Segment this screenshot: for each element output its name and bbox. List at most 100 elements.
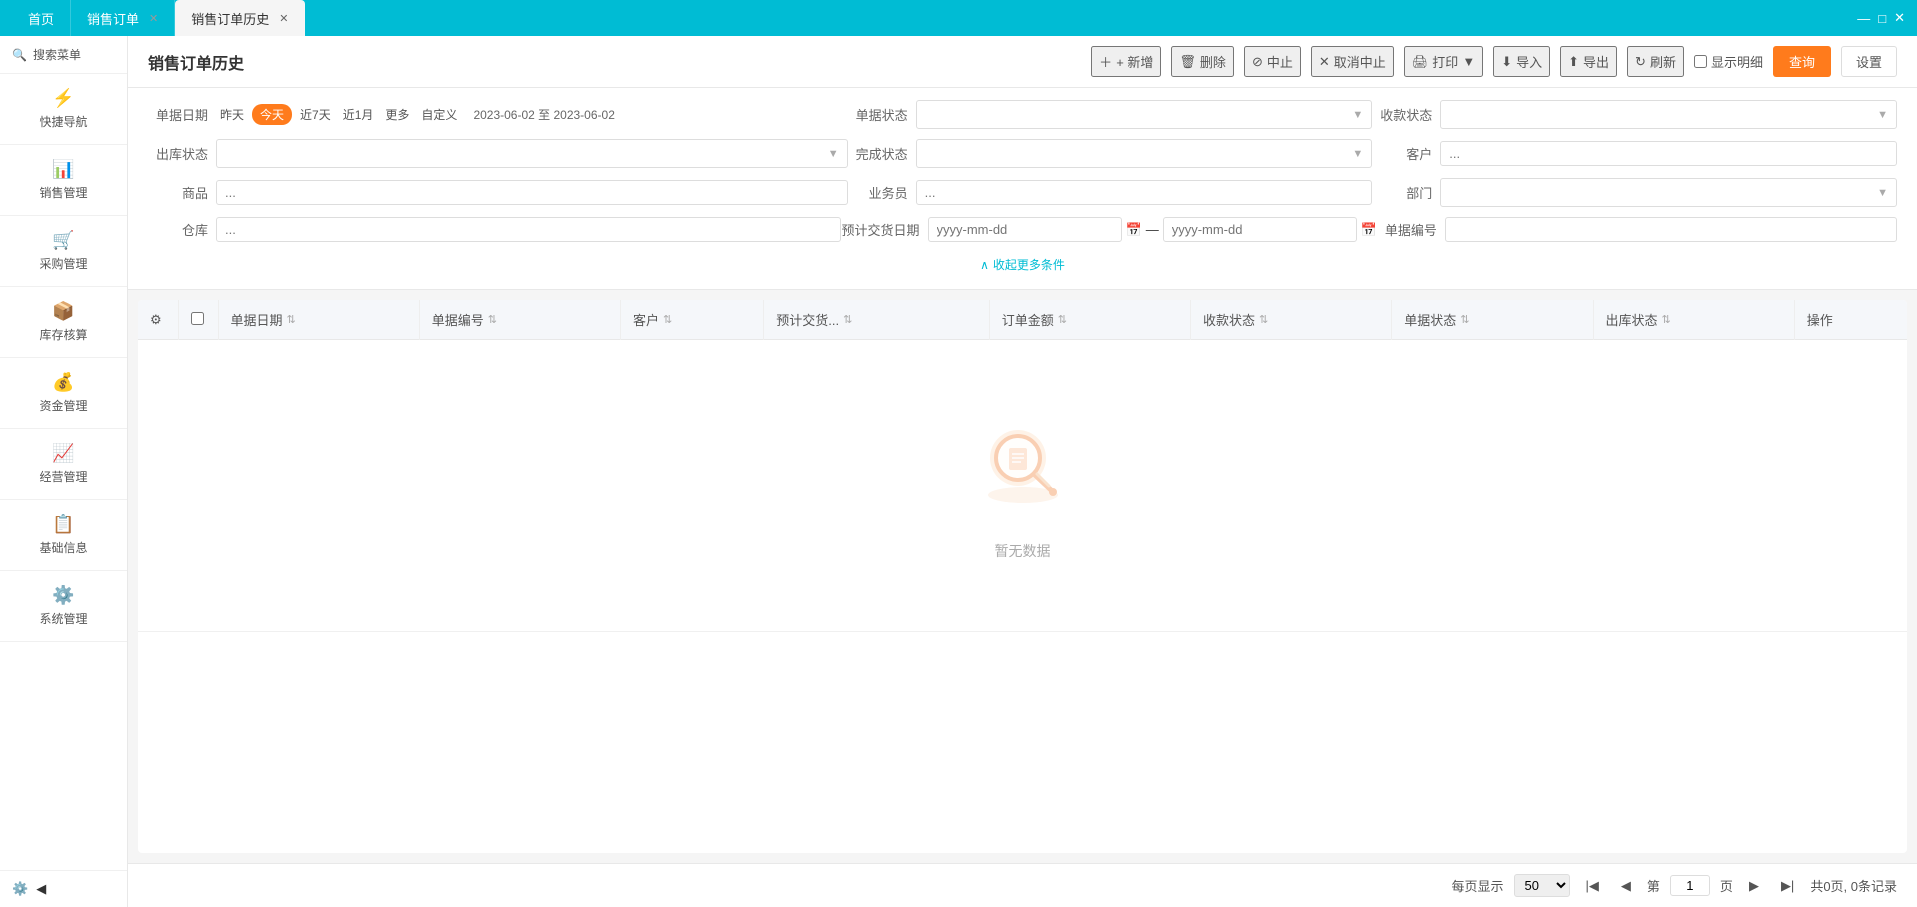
first-page-btn[interactable]: |◀	[1580, 876, 1605, 896]
customer-input[interactable]	[1440, 141, 1897, 166]
th-doc-date[interactable]: 单据日期 ⇅	[218, 300, 419, 340]
department-select[interactable]: ▼	[1440, 178, 1897, 207]
page-label: 第	[1647, 876, 1660, 895]
refresh-icon: ↻	[1635, 54, 1646, 70]
window-actions: — □ ✕	[1857, 10, 1905, 26]
sort-outbound-status-icon: ⇅	[1662, 313, 1671, 326]
more-date-btn[interactable]: 更多	[381, 104, 413, 125]
salesperson-input[interactable]	[916, 180, 1373, 205]
warehouse-label: 仓库	[148, 220, 208, 239]
filter-row-4: 仓库 预计交货日期 📅 — 📅 单据编号	[148, 217, 1897, 242]
date-range-display: 2023-06-02 至 2023-06-02	[473, 106, 614, 123]
minimize-btn[interactable]: —	[1857, 11, 1870, 26]
next-page-btn[interactable]: ▶	[1743, 876, 1765, 896]
payment-status-select[interactable]: ▼	[1440, 100, 1897, 129]
tab-sales-order-close[interactable]: ✕	[149, 12, 158, 25]
delete-btn[interactable]: 🗑 删除	[1171, 46, 1234, 77]
calendar-start-icon[interactable]: 📅	[1126, 222, 1142, 238]
filter-settings-btn[interactable]: 设置	[1841, 46, 1897, 77]
th-checkbox[interactable]	[178, 300, 218, 340]
sidebar-item-basic-info[interactable]: 📋 基础信息	[0, 500, 127, 571]
sidebar-item-quick-nav[interactable]: ⚡ 快捷导航	[0, 74, 127, 145]
collapse-more-btn[interactable]: ∧ 收起更多条件	[148, 252, 1897, 277]
sidebar-item-inventory[interactable]: 📦 库存核算	[0, 287, 127, 358]
th-order-amount[interactable]: 订单金额 ⇅	[989, 300, 1190, 340]
sidebar-search[interactable]: 🔍 搜索菜单	[0, 36, 127, 74]
sidebar-settings-icon[interactable]: ⚙️	[12, 881, 28, 897]
filter-salesperson-field: 业务员	[848, 180, 1373, 205]
last-page-btn[interactable]: ▶|	[1775, 876, 1800, 896]
query-btn[interactable]: 查询	[1773, 46, 1831, 77]
sidebar-item-operations[interactable]: 📈 经营管理	[0, 429, 127, 500]
sidebar-item-finance[interactable]: 💰 资金管理	[0, 358, 127, 429]
product-input[interactable]	[216, 180, 848, 205]
doc-number-label: 单据编号	[1377, 220, 1437, 239]
date-label: 单据日期	[148, 105, 208, 124]
salesperson-label: 业务员	[848, 183, 908, 202]
th-doc-number[interactable]: 单据编号 ⇅	[419, 300, 620, 340]
filter-doc-status-field: 单据状态 ▼	[848, 100, 1373, 129]
show-detail-checkbox[interactable]	[1694, 55, 1707, 68]
tab-sales-order[interactable]: 销售订单 ✕	[71, 0, 175, 36]
calendar-end-icon[interactable]: 📅	[1361, 222, 1377, 238]
th-doc-status[interactable]: 单据状态 ⇅	[1392, 300, 1593, 340]
filter-department-field: 部门 ▼	[1372, 178, 1897, 207]
sort-payment-status-icon: ⇅	[1259, 313, 1268, 326]
print-btn[interactable]: 🖨 打印 ▼	[1404, 46, 1483, 77]
th-settings[interactable]: ⚙	[138, 300, 178, 340]
th-actions: 操作	[1794, 300, 1907, 340]
filter-date-field: 单据日期 昨天 今天 近7天 近1月 更多 自定义 2023-06-02 至 2…	[148, 104, 848, 125]
date-dash: —	[1146, 222, 1159, 237]
completion-status-select[interactable]: ▼	[916, 139, 1373, 168]
last7-btn[interactable]: 近7天	[296, 104, 335, 125]
prev-page-btn[interactable]: ◀	[1615, 876, 1637, 896]
th-customer[interactable]: 客户 ⇅	[621, 300, 764, 340]
page-label-end: 页	[1720, 876, 1733, 895]
sidebar-item-system-mgmt[interactable]: ⚙️ 系统管理	[0, 571, 127, 642]
custom-date-btn[interactable]: 自定义	[417, 104, 461, 125]
new-btn[interactable]: ＋ + 新增	[1091, 46, 1161, 77]
refresh-btn[interactable]: ↻ 刷新	[1627, 46, 1684, 77]
sidebar-item-purchase-mgmt[interactable]: 🛒 采购管理	[0, 216, 127, 287]
yesterday-btn[interactable]: 昨天	[216, 104, 248, 125]
export-btn[interactable]: ⬆ 导出	[1560, 46, 1617, 77]
th-outbound-status[interactable]: 出库状态 ⇅	[1593, 300, 1794, 340]
table-settings-icon[interactable]: ⚙	[150, 312, 162, 327]
sidebar-item-sales-mgmt[interactable]: 📊 销售管理	[0, 145, 127, 216]
delivery-date-start-input[interactable]	[928, 217, 1122, 242]
tab-sales-order-history[interactable]: 销售订单历史 ✕	[175, 0, 305, 36]
tab-home[interactable]: 首页	[12, 0, 71, 36]
doc-number-input[interactable]	[1445, 217, 1897, 242]
export-icon: ⬆	[1568, 54, 1579, 70]
per-page-select[interactable]: 50 10 20 100	[1514, 874, 1570, 897]
warehouse-input[interactable]	[216, 217, 841, 242]
import-btn[interactable]: ⬇ 导入	[1493, 46, 1550, 77]
completion-status-dropdown-arrow: ▼	[1352, 148, 1363, 160]
cancel-stop-btn[interactable]: ✕ 取消中止	[1311, 46, 1394, 77]
th-delivery-date[interactable]: 预计交货... ⇅	[764, 300, 989, 340]
select-all-checkbox[interactable]	[191, 312, 204, 325]
empty-svg	[973, 410, 1073, 510]
last1month-btn[interactable]: 近1月	[339, 104, 378, 125]
close-btn[interactable]: ✕	[1894, 10, 1905, 26]
today-btn[interactable]: 今天	[252, 104, 292, 125]
purchase-mgmt-icon: 🛒	[52, 230, 74, 251]
stop-btn[interactable]: ⊘ 中止	[1244, 46, 1301, 77]
product-label: 商品	[148, 183, 208, 202]
department-dropdown-arrow: ▼	[1877, 187, 1888, 199]
page-input[interactable]	[1670, 875, 1710, 896]
basic-info-icon: 📋	[52, 514, 74, 535]
show-detail-checkbox-label[interactable]: 显示明细	[1694, 52, 1763, 71]
outbound-status-select[interactable]: ▼	[216, 139, 848, 168]
doc-status-label: 单据状态	[848, 105, 908, 124]
finance-icon: 💰	[52, 372, 74, 393]
maximize-btn[interactable]: □	[1878, 11, 1886, 26]
delivery-date-end-input[interactable]	[1163, 217, 1357, 242]
filter-doc-number-field: 单据编号	[1377, 217, 1897, 242]
tab-sales-order-history-close[interactable]: ✕	[279, 12, 288, 25]
sort-order-amount-icon: ⇅	[1058, 313, 1067, 326]
sidebar-collapse-icon[interactable]: ◀	[36, 881, 46, 897]
th-payment-status[interactable]: 收款状态 ⇅	[1190, 300, 1391, 340]
doc-status-select[interactable]: ▼	[916, 100, 1373, 129]
completion-status-label: 完成状态	[848, 144, 908, 163]
